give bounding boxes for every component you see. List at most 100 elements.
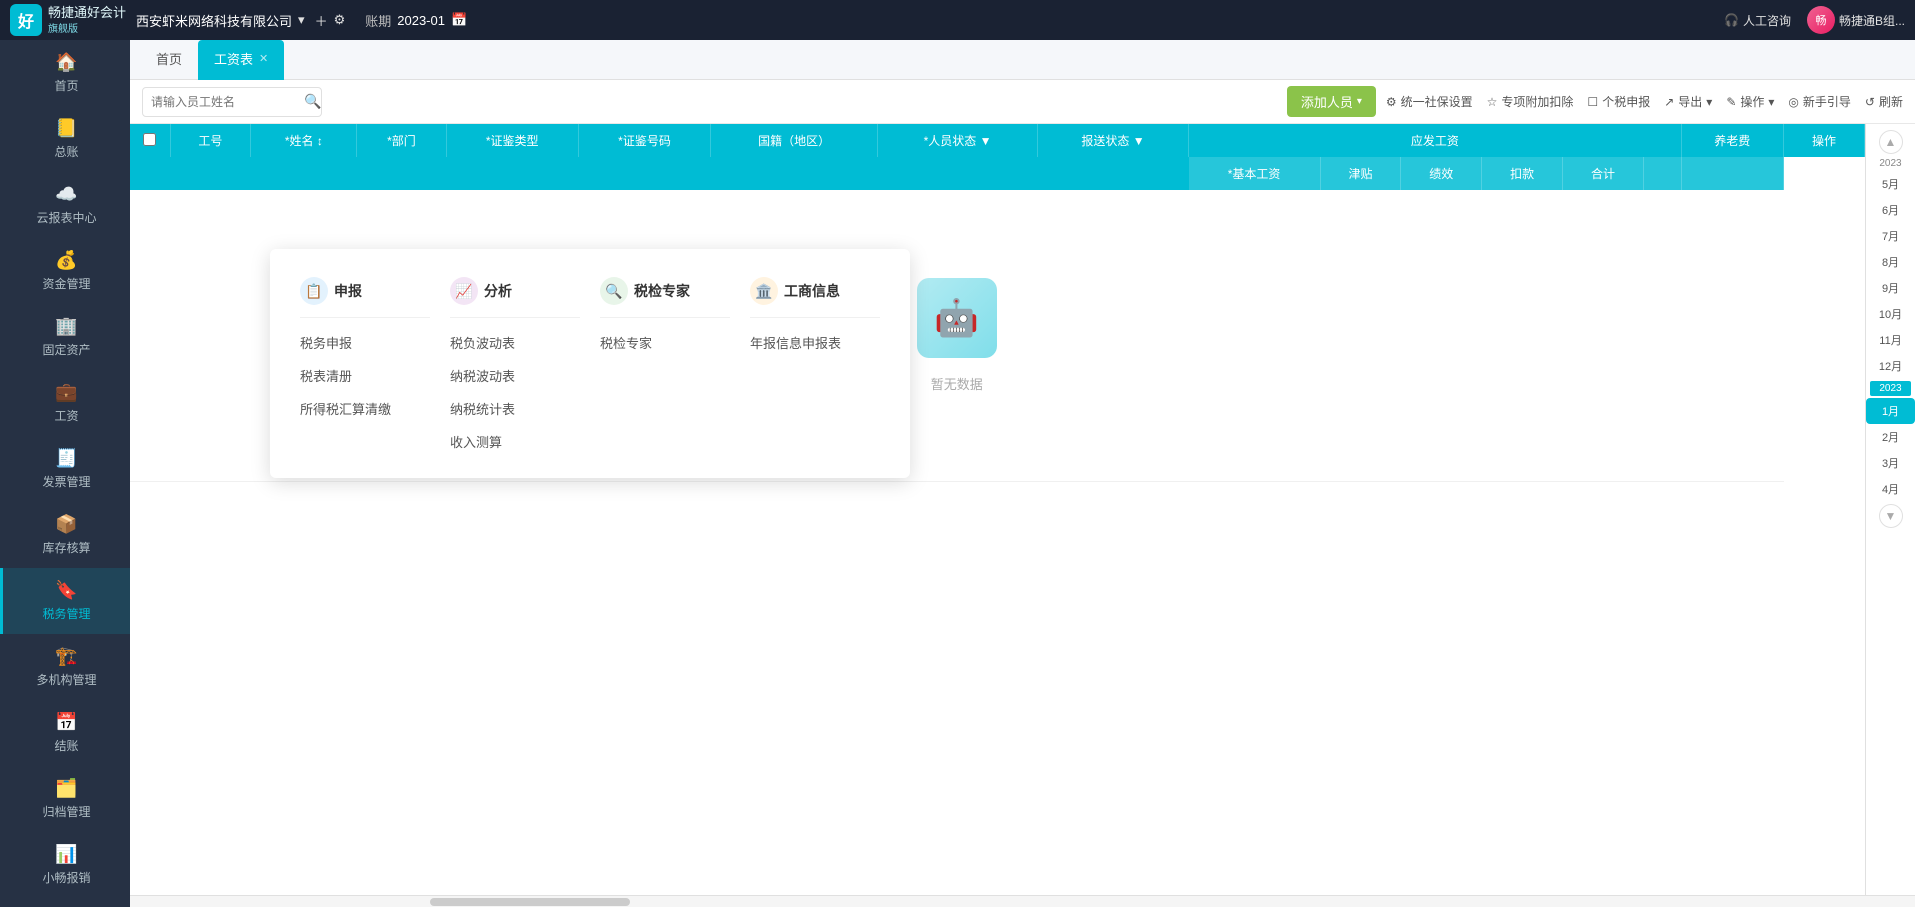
menu-section-analysis: 📈 分析 税负波动表 纳税波动表 纳税统计表 收入测算 bbox=[440, 269, 590, 458]
add-company-icon[interactable]: ＋ bbox=[315, 11, 328, 30]
sidebar-item-inventory[interactable]: 📦 库存核算 bbox=[0, 502, 130, 568]
timeline-current-year-badge: 2023 bbox=[1870, 381, 1911, 396]
timeline-month-4[interactable]: 4月 bbox=[1866, 476, 1915, 502]
menu-header-commerce: 🏛️ 工商信息 bbox=[750, 269, 880, 318]
timeline-month-3[interactable]: 3月 bbox=[1866, 450, 1915, 476]
scrollbar-thumb[interactable] bbox=[430, 898, 630, 906]
sidebar-item-ledger[interactable]: 📒 总账 bbox=[0, 106, 130, 172]
sidebar-item-report[interactable]: 📊 小畅报销 bbox=[0, 832, 130, 898]
tab-salary-table[interactable]: 工资表 ✕ bbox=[198, 40, 284, 80]
user-name: 畅捷通B组... bbox=[1839, 12, 1905, 29]
menu-item-tax-table[interactable]: 税表清册 bbox=[300, 359, 430, 392]
menu-item-tax-declare[interactable]: 税务申报 bbox=[300, 326, 430, 359]
sidebar-label-cloud: 云报表中心 bbox=[36, 209, 96, 226]
analysis-section-icon: 📈 bbox=[450, 277, 478, 305]
refresh-btn[interactable]: ↺ 刷新 bbox=[1865, 93, 1903, 110]
menu-item-tax-stats[interactable]: 纳税统计表 bbox=[450, 392, 580, 425]
menu-section-tax-expert: 🔍 税检专家 税检专家 bbox=[590, 269, 740, 458]
company-dropdown-icon[interactable]: ▾ bbox=[298, 12, 305, 28]
th-subsidy: 津贴 bbox=[1320, 157, 1401, 190]
export-btn[interactable]: ↗ 导出 ▾ bbox=[1664, 93, 1712, 110]
search-input[interactable] bbox=[142, 87, 322, 117]
menu-item-income-tax[interactable]: 所得税汇算清缴 bbox=[300, 392, 430, 425]
th-no: 工号 bbox=[170, 124, 251, 157]
sidebar-label-ledger: 总账 bbox=[54, 143, 78, 160]
th-report-status: 报送状态 ▼ bbox=[1037, 124, 1188, 157]
individual-tax-btn[interactable]: ☐ 个税申报 bbox=[1587, 93, 1650, 110]
timeline-month-2[interactable]: 2月 bbox=[1866, 424, 1915, 450]
sidebar-item-close-period[interactable]: 📅 结账 bbox=[0, 700, 130, 766]
sidebar-item-home[interactable]: 🏠 首页 bbox=[0, 40, 130, 106]
company-selector[interactable]: 西安虾米网络科技有限公司 ▾ ＋ ⚙ bbox=[136, 11, 345, 30]
timeline-month-1[interactable]: 1月 bbox=[1866, 398, 1915, 424]
sidebar-item-fund[interactable]: 💰 资金管理 bbox=[0, 238, 130, 304]
headset-icon: 🎧 bbox=[1724, 13, 1739, 27]
user-profile[interactable]: 畅 畅捷通B组... bbox=[1807, 6, 1905, 34]
settings-icon[interactable]: ⚙ bbox=[334, 12, 346, 28]
menu-item-income-forecast[interactable]: 收入测算 bbox=[450, 425, 580, 458]
refresh-icon: ↺ bbox=[1865, 95, 1875, 109]
timeline-month-8[interactable]: 8月 bbox=[1866, 249, 1915, 275]
search-icon[interactable]: 🔍 bbox=[304, 93, 321, 110]
user-avatar: 畅 bbox=[1807, 6, 1835, 34]
table-container: 工号 *姓名 ↕ *部门 *证鉴类型 *证鉴号码 国籍（地区） *人员状态 ▼ … bbox=[130, 124, 1865, 895]
timeline-up-btn[interactable]: ▲ bbox=[1879, 130, 1903, 154]
commerce-section-title: 工商信息 bbox=[784, 281, 840, 301]
customer-service-btn[interactable]: 🎧 人工咨询 bbox=[1724, 12, 1791, 29]
sidebar-item-multi[interactable]: 🏗️ 多机构管理 bbox=[0, 634, 130, 700]
sidebar-item-assets[interactable]: 🏢 固定资产 bbox=[0, 304, 130, 370]
th-checkbox[interactable] bbox=[130, 124, 170, 157]
menu-item-annual-report[interactable]: 年报信息申报表 bbox=[750, 326, 880, 359]
special-deduction-btn[interactable]: ☆ 专项附加扣除 bbox=[1487, 93, 1574, 110]
guide-action-btn[interactable]: ◎ 新手引导 bbox=[1788, 93, 1851, 110]
th-total: 合计 bbox=[1563, 157, 1644, 190]
commerce-section-icon: 🏛️ bbox=[750, 277, 778, 305]
timeline-down-btn[interactable]: ▼ bbox=[1879, 504, 1903, 528]
th-base-salary: *基本工资 bbox=[1189, 157, 1320, 190]
report-icon: 📊 bbox=[55, 844, 77, 865]
menu-item-tax-payment[interactable]: 纳税波动表 bbox=[450, 359, 580, 392]
th-action: 操作 bbox=[1784, 124, 1865, 157]
sidebar-item-settings[interactable]: ⚙️ 基础设置 bbox=[0, 898, 130, 907]
sidebar: 🏠 首页 📒 总账 ☁️ 云报表中心 💰 资金管理 🏢 固定资产 💼 工资 🧾 … bbox=[0, 40, 130, 907]
assets-icon: 🏢 bbox=[55, 316, 77, 337]
menu-item-tax-burden[interactable]: 税负波动表 bbox=[450, 326, 580, 359]
special-deduction-icon: ☆ bbox=[1487, 95, 1498, 109]
special-deduction-label: 专项附加扣除 bbox=[1501, 93, 1573, 110]
declare-section-icon: 📋 bbox=[300, 277, 328, 305]
empty-text: 暂无数据 bbox=[931, 374, 983, 393]
tab-home-label: 首页 bbox=[156, 49, 182, 68]
sidebar-item-invoice[interactable]: 🧾 发票管理 bbox=[0, 436, 130, 502]
logo: 好 畅捷通好会计 旗舰版 bbox=[10, 4, 126, 36]
sidebar-item-archive[interactable]: 🗂️ 归档管理 bbox=[0, 766, 130, 832]
individual-tax-label: 个税申报 bbox=[1602, 93, 1650, 110]
timeline-month-9[interactable]: 9月 bbox=[1866, 275, 1915, 301]
tab-close-icon[interactable]: ✕ bbox=[259, 52, 268, 65]
sidebar-item-cloud[interactable]: ☁️ 云报表中心 bbox=[0, 172, 130, 238]
th-dept: *部门 bbox=[357, 124, 446, 157]
logo-icon: 好 bbox=[10, 4, 42, 36]
social-security-btn[interactable]: ⚙ 统一社保设置 bbox=[1386, 93, 1473, 110]
top-bar: 好 畅捷通好会计 旗舰版 西安虾米网络科技有限公司 ▾ ＋ ⚙ 账期 2023-… bbox=[0, 0, 1915, 40]
sidebar-label-archive: 归档管理 bbox=[42, 803, 90, 820]
horizontal-scrollbar[interactable] bbox=[130, 895, 1915, 907]
operation-btn[interactable]: ✎ 操作 ▾ bbox=[1726, 93, 1774, 110]
timeline-month-12[interactable]: 12月 bbox=[1866, 353, 1915, 379]
content-area: 首页 工资表 ✕ 🔍 添加人员 ▾ ⚙ 统一社保设置 ☆ bbox=[130, 40, 1915, 907]
timeline-month-5[interactable]: 5月 bbox=[1866, 171, 1915, 197]
sidebar-label-tax: 税务管理 bbox=[42, 605, 90, 622]
timeline-month-10[interactable]: 10月 bbox=[1866, 301, 1915, 327]
period-calendar-icon[interactable]: 📅 bbox=[451, 12, 467, 28]
sidebar-item-tax[interactable]: 🔖 税务管理 bbox=[0, 568, 130, 634]
select-all-checkbox[interactable] bbox=[143, 133, 156, 146]
add-person-button[interactable]: 添加人员 ▾ bbox=[1287, 86, 1376, 117]
timeline-month-6[interactable]: 6月 bbox=[1866, 197, 1915, 223]
menu-item-expert[interactable]: 税检专家 bbox=[600, 326, 730, 359]
tab-home[interactable]: 首页 bbox=[140, 40, 198, 80]
sidebar-label-home: 首页 bbox=[54, 77, 78, 94]
sidebar-item-salary[interactable]: 💼 工资 bbox=[0, 370, 130, 436]
timeline-month-11[interactable]: 11月 bbox=[1866, 327, 1915, 353]
menu-header-declare: 📋 申报 bbox=[300, 269, 430, 318]
timeline-month-7[interactable]: 7月 bbox=[1866, 223, 1915, 249]
salary-icon: 💼 bbox=[55, 382, 77, 403]
